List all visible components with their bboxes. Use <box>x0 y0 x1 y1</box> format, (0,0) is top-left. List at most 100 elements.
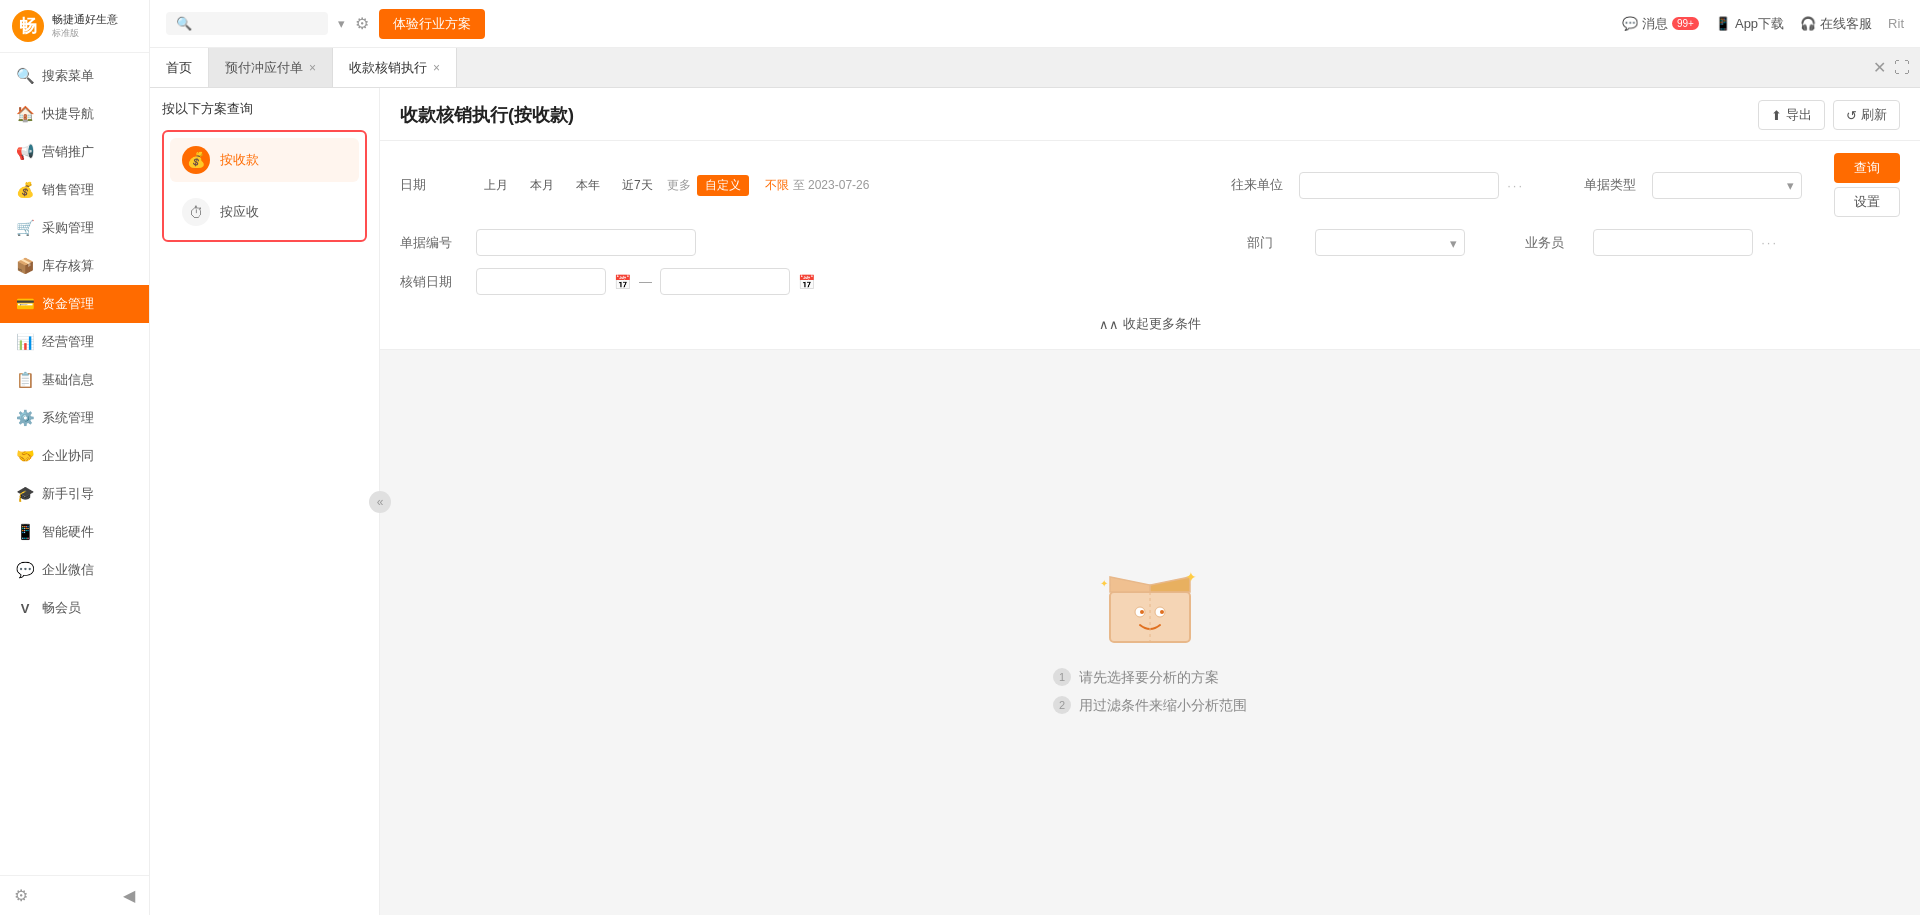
sidebar-item-marketing[interactable]: 📢 营销推广 <box>0 133 149 171</box>
user-name[interactable]: Rit <box>1888 16 1904 31</box>
date-btn-this-month[interactable]: 本月 <box>522 174 562 197</box>
dept-staff-filters: 部门 业务员 ··· <box>1247 229 1778 256</box>
date-label: 日期 <box>400 176 460 194</box>
doc-type-filter: 单据类型 <box>1584 172 1802 199</box>
collapse-sidebar-icon[interactable]: ◀ <box>123 886 135 905</box>
sidebar-item-corp[interactable]: 🤝 企业协同 <box>0 437 149 475</box>
doc-type-select[interactable] <box>1652 172 1802 199</box>
panel-item-by-receipt[interactable]: 💰 按收款 <box>170 138 359 182</box>
content-body: ✦ ✦ 1 请先选择要分析的方案 2 用过滤条件来缩小分析范围 <box>380 350 1920 915</box>
hardware-icon: 📱 <box>16 523 34 541</box>
partner-filter: 往来单位 ··· <box>1231 172 1524 199</box>
system-icon: ⚙️ <box>16 409 34 427</box>
sidebar-label-hardware: 智能硬件 <box>42 523 94 541</box>
sidebar-item-inventory[interactable]: 📦 库存核算 <box>0 247 149 285</box>
staff-input[interactable] <box>1593 229 1753 256</box>
verify-date-end[interactable]: 2023-07-21 <box>660 268 790 295</box>
panel-items: 💰 按收款 ⏱ 按应收 <box>170 138 359 234</box>
tab-prepay-close[interactable]: × <box>309 61 316 75</box>
tip-text-2: 用过滤条件来缩小分析范围 <box>1079 691 1247 719</box>
sidebar-item-finance[interactable]: 💳 资金管理 <box>0 285 149 323</box>
sidebar-item-guide[interactable]: 🎓 新手引导 <box>0 475 149 513</box>
corp-icon: 🤝 <box>16 447 34 465</box>
tab-close-all-icon[interactable]: ✕ <box>1871 56 1888 79</box>
export-icon: ⬆ <box>1771 108 1782 123</box>
svg-point-4 <box>1160 610 1164 614</box>
topbar-chevron-icon[interactable]: ▾ <box>338 16 345 31</box>
sales-icon: 💰 <box>16 181 34 199</box>
filter-bar: 日期 上月 本月 本年 近7天 更多 自定义 不限 至 2023-07-26 <box>380 141 1920 350</box>
receivable-icon: ⏱ <box>182 198 210 226</box>
online-service-action[interactable]: 🎧 在线客服 <box>1800 15 1872 33</box>
verify-date-start[interactable]: 2023-03-01 <box>476 268 606 295</box>
page-title-row: 收款核销执行(按收款) ⬆ 导出 ↺ 刷新 <box>400 100 1900 130</box>
topbar-gear-icon[interactable]: ⚙ <box>355 14 369 33</box>
svg-point-3 <box>1140 610 1144 614</box>
sidebar-item-member[interactable]: V 畅会员 <box>0 589 149 627</box>
staff-filter: 业务员 ··· <box>1525 229 1778 256</box>
collapse-panel-btn[interactable]: « <box>369 491 391 513</box>
setting-button[interactable]: 设置 <box>1834 187 1900 217</box>
sidebar-bottom: ⚙ ◀ <box>0 875 149 915</box>
sidebar-item-quick-nav[interactable]: 🏠 快捷导航 <box>0 95 149 133</box>
dept-select-wrapper <box>1315 229 1465 256</box>
date-btn-this-year[interactable]: 本年 <box>568 174 608 197</box>
verify-date-end-cal[interactable]: 📅 <box>798 274 815 290</box>
sidebar-item-operation[interactable]: 📊 经营管理 <box>0 323 149 361</box>
sidebar-item-system[interactable]: ⚙️ 系统管理 <box>0 399 149 437</box>
sidebar-item-hardware[interactable]: 📱 智能硬件 <box>0 513 149 551</box>
logo-icon: 畅 <box>12 10 44 42</box>
date-custom-badge[interactable]: 自定义 <box>697 175 749 196</box>
member-icon: V <box>16 601 34 616</box>
panel-item-receivable-label: 按应收 <box>220 203 259 221</box>
settings-bottom-icon[interactable]: ⚙ <box>14 886 28 905</box>
sidebar-logo: 畅 畅捷通好生意 标准版 <box>0 0 149 53</box>
message-badge: 99+ <box>1672 17 1699 30</box>
sidebar-item-basic[interactable]: 📋 基础信息 <box>0 361 149 399</box>
logo-text-block: 畅捷通好生意 标准版 <box>52 12 118 39</box>
app-name: 畅捷通好生意 <box>52 12 118 26</box>
date-btn-last-month[interactable]: 上月 <box>476 174 516 197</box>
tab-prepay[interactable]: 预付冲应付单 × <box>209 48 333 87</box>
dept-label: 部门 <box>1247 234 1307 252</box>
dept-select[interactable] <box>1315 229 1465 256</box>
app-download-action[interactable]: 📱 App下载 <box>1715 15 1784 33</box>
more-conditions-button[interactable]: ∧∧ 收起更多条件 <box>1099 315 1201 333</box>
export-label: 导出 <box>1786 106 1812 124</box>
export-button[interactable]: ⬆ 导出 <box>1758 100 1825 130</box>
search-input[interactable] <box>198 16 318 31</box>
staff-dots[interactable]: ··· <box>1761 235 1778 250</box>
refresh-button[interactable]: ↺ 刷新 <box>1833 100 1900 130</box>
right-filters: 往来单位 ··· 单据类型 <box>1231 172 1802 199</box>
topbar-search-box[interactable]: 🔍 <box>166 12 328 35</box>
message-action[interactable]: 💬 消息 99+ <box>1622 15 1699 33</box>
query-button[interactable]: 查询 <box>1834 153 1900 183</box>
doc-type-select-wrapper <box>1652 172 1802 199</box>
verify-date-start-cal[interactable]: 📅 <box>614 274 631 290</box>
sidebar-item-search-menu[interactable]: 🔍 搜索菜单 <box>0 57 149 95</box>
sidebar-item-sales[interactable]: 💰 销售管理 <box>0 171 149 209</box>
doc-type-label: 单据类型 <box>1584 176 1644 194</box>
partner-dots[interactable]: ··· <box>1507 178 1524 193</box>
more-conditions-row: ∧∧ 收起更多条件 <box>400 307 1900 337</box>
panel-item-by-receivable[interactable]: ⏱ 按应收 <box>170 190 359 234</box>
sidebar-item-wechat[interactable]: 💬 企业微信 <box>0 551 149 589</box>
tab-prepay-label: 预付冲应付单 <box>225 59 303 77</box>
voucher-input[interactable] <box>476 229 696 256</box>
date-nolimit-row: 不限 至 2023-07-26 <box>765 177 870 194</box>
filter-row-2: 单据编号 部门 业务员 <box>400 229 1900 256</box>
tip-item-1: 1 请先选择要分析的方案 <box>1053 663 1247 691</box>
partner-input[interactable] <box>1299 172 1499 199</box>
svg-text:✦: ✦ <box>1185 569 1197 585</box>
sidebar-item-purchase[interactable]: 🛒 采购管理 <box>0 209 149 247</box>
tab-receipt-verify[interactable]: 收款核销执行 × <box>333 48 457 87</box>
sidebar-label-finance: 资金管理 <box>42 295 94 313</box>
tab-home[interactable]: 首页 <box>150 48 209 87</box>
solution-button[interactable]: 体验行业方案 <box>379 9 485 39</box>
date-btn-7days[interactable]: 近7天 <box>614 174 661 197</box>
basic-icon: 📋 <box>16 371 34 389</box>
tip-num-1: 1 <box>1053 668 1071 686</box>
tab-expand-icon[interactable]: ⛶ <box>1892 57 1912 79</box>
date-btn-more[interactable]: 更多 <box>667 177 691 194</box>
tab-receipt-verify-close[interactable]: × <box>433 61 440 75</box>
